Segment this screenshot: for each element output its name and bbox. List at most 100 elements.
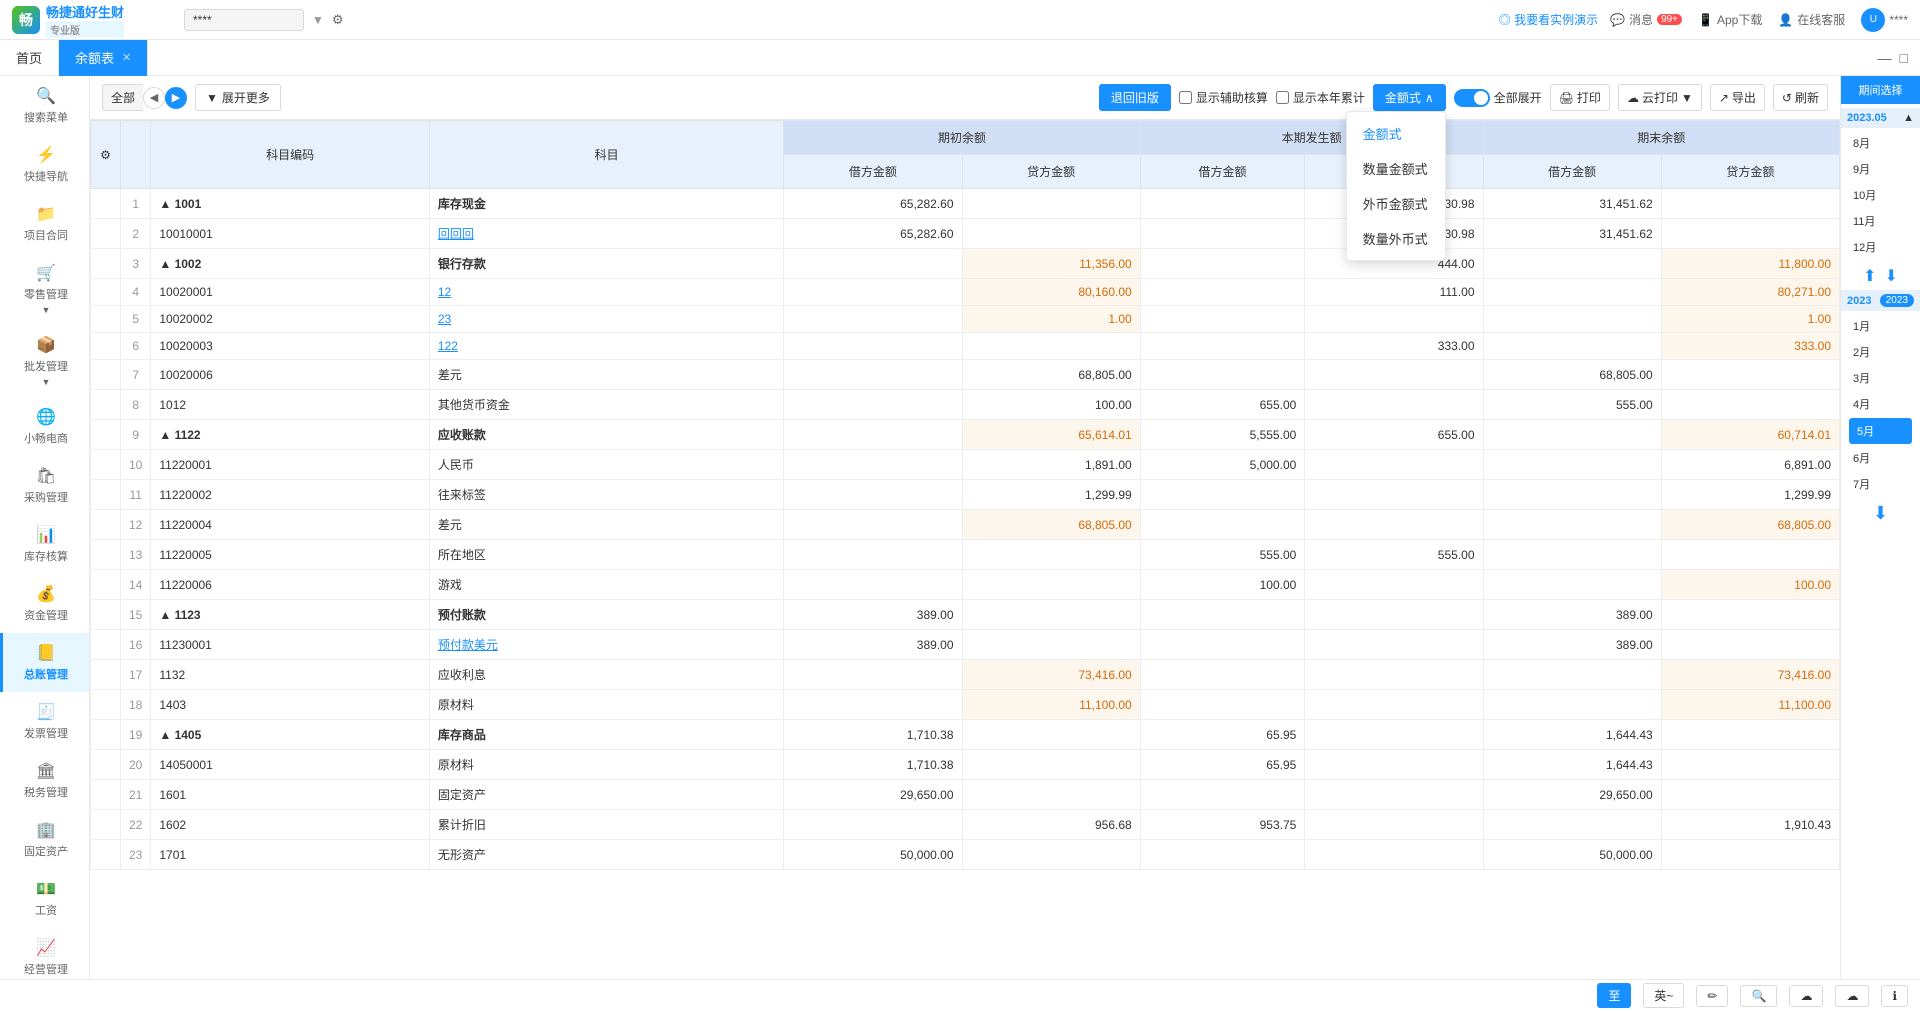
year-down-arrow[interactable]: ⬇: [1885, 266, 1898, 286]
sidebar-item-quicknav[interactable]: ⚡ 快捷导航: [0, 135, 89, 194]
info-icon-btn[interactable]: ℹ: [1881, 985, 1908, 1007]
table-row[interactable]: 8 1012 其他货币资金 100.00 655.00 555.00: [91, 390, 1840, 420]
month-item-10[interactable]: 10月: [1845, 182, 1916, 208]
ai-btn[interactable]: 至: [1597, 983, 1631, 1008]
sidebar-item-retail[interactable]: 🛒 零售管理 ▼: [0, 253, 89, 325]
table-row[interactable]: 4 10020001 12 80,160.00 111.00 80,271.00: [91, 279, 1840, 306]
month-item-12[interactable]: 12月: [1845, 234, 1916, 260]
expand-all-toggle[interactable]: 全部展开: [1454, 89, 1542, 107]
nav-next-btn[interactable]: ▶: [165, 87, 187, 109]
table-row[interactable]: 6 10020003 122 333.00 333.00: [91, 333, 1840, 360]
table-row[interactable]: 2 10010001 回回回 65,282.60 33,830.98 31,45…: [91, 219, 1840, 249]
online-service-btn[interactable]: 👤 在线客服: [1778, 11, 1845, 28]
month-jul[interactable]: 7月: [1845, 471, 1916, 497]
print-btn[interactable]: 🖨 打印: [1550, 84, 1610, 111]
cloud-print-btn[interactable]: ☁ 云打印 ▼: [1618, 84, 1702, 111]
settings-cell: [91, 540, 121, 570]
table-row[interactable]: 17 1132 应收利息 73,416.00 73,416.00: [91, 660, 1840, 690]
table-row[interactable]: 3 ▲ 1002 银行存款 11,356.00 444.00 11,800.00: [91, 249, 1840, 279]
month-item-8[interactable]: 8月: [1845, 130, 1916, 156]
table-row[interactable]: 10 11220001 人民币 1,891.00 5,000.00 6,891.…: [91, 450, 1840, 480]
sidebar-item-wholesale[interactable]: 📦 批发管理 ▼: [0, 325, 89, 397]
account-name-cell[interactable]: 12: [429, 279, 783, 306]
cloud-icon-btn[interactable]: ☁: [1789, 985, 1823, 1007]
company-dropdown-icon[interactable]: ▼: [312, 13, 324, 27]
mode-option-foreign-amount[interactable]: 外币金额式: [1347, 186, 1445, 221]
account-name-cell[interactable]: 23: [429, 306, 783, 333]
month-jan[interactable]: 1月: [1845, 313, 1916, 339]
sidebar-item-ecommerce[interactable]: 🌐 小畅电商: [0, 397, 89, 456]
tab-minimize-icon[interactable]: —: [1878, 50, 1892, 66]
table-row[interactable]: 15 ▲ 1123 预付账款 389.00 389.00: [91, 600, 1840, 630]
table-row[interactable]: 13 11220005 所在地区 555.00 555.00: [91, 540, 1840, 570]
user-avatar[interactable]: U ****: [1861, 8, 1908, 32]
month-jun[interactable]: 6月: [1845, 445, 1916, 471]
table-row[interactable]: 7 10020006 差元 68,805.00 68,805.00: [91, 360, 1840, 390]
sidebar-item-salary[interactable]: 💵 工资: [0, 869, 89, 928]
company-selector[interactable]: **** ▼ ⚙: [184, 9, 1487, 31]
nav-prev-btn[interactable]: ◀: [143, 87, 165, 109]
sidebar-item-finance[interactable]: 💰 资金管理: [0, 574, 89, 633]
table-row[interactable]: 19 ▲ 1405 库存商品 1,710.38 65.95 1,644.43: [91, 720, 1840, 750]
settings-icon[interactable]: ⚙: [332, 12, 344, 28]
table-row[interactable]: 18 1403 原材料 11,100.00 11,100.00: [91, 690, 1840, 720]
mode-option-qty-foreign[interactable]: 数量外币式: [1347, 221, 1445, 256]
month-mar[interactable]: 3月: [1845, 365, 1916, 391]
sidebar-item-search[interactable]: 🔍 搜索菜单: [0, 76, 89, 135]
month-item-11[interactable]: 11月: [1845, 208, 1916, 234]
demo-link[interactable]: ◎ 我要看实例演示: [1499, 11, 1598, 28]
mode-option-amount[interactable]: 金额式: [1347, 116, 1445, 151]
account-name-cell[interactable]: 预付款美元: [429, 630, 783, 660]
cur-debit-cell: 65.95: [1140, 750, 1305, 780]
table-row[interactable]: 20 14050001 原材料 1,710.38 65.95 1,644.43: [91, 750, 1840, 780]
sidebar-item-invoice[interactable]: 🧾 发票管理: [0, 692, 89, 751]
month-feb[interactable]: 2月: [1845, 339, 1916, 365]
collapse-icon[interactable]: ⬇: [1873, 503, 1888, 524]
table-row[interactable]: 1 ▲ 1001 库存现金 65,282.60 33,830.98 31,451…: [91, 189, 1840, 219]
expand-btn[interactable]: ▼ 展开更多: [195, 84, 281, 111]
table-row[interactable]: 22 1602 累计折旧 956.68 953.75 1,910.43: [91, 810, 1840, 840]
search-prefix[interactable]: 全部: [102, 84, 143, 111]
sidebar-item-purchase[interactable]: 🛍 采购管理: [0, 456, 89, 515]
message-btn[interactable]: 💬 消息 99+: [1610, 11, 1682, 28]
table-row[interactable]: 23 1701 无形资产 50,000.00 50,000.00: [91, 840, 1840, 870]
show-ytd-checkbox[interactable]: 显示本年累计: [1276, 89, 1365, 106]
tab-close-icon[interactable]: ✕: [122, 51, 131, 64]
table-row[interactable]: 21 1601 固定资产 29,650.00 29,650.00: [91, 780, 1840, 810]
export-btn[interactable]: ↗ 导出: [1710, 84, 1765, 111]
sidebar-item-fixed-assets[interactable]: 🏢 固定资产: [0, 810, 89, 869]
row-num: 22: [121, 810, 151, 840]
table-row[interactable]: 14 11220006 游戏 100.00 100.00: [91, 570, 1840, 600]
month-item-9[interactable]: 9月: [1845, 156, 1916, 182]
search-icon-btn[interactable]: 🔍: [1740, 985, 1777, 1007]
back-to-old-btn[interactable]: 退回旧版: [1099, 84, 1171, 111]
row-num: 3: [121, 249, 151, 279]
lang-btn[interactable]: 英~: [1643, 983, 1684, 1008]
tab-maximize-icon[interactable]: □: [1900, 50, 1908, 66]
sidebar-item-operation[interactable]: 📈 经营管理: [0, 928, 89, 979]
account-name-cell[interactable]: 回回回: [429, 219, 783, 249]
tab-balance[interactable]: 余额表 ✕: [59, 40, 148, 76]
mode-option-qty-amount[interactable]: 数量金额式: [1347, 151, 1445, 186]
refresh-btn[interactable]: ↺ 刷新: [1773, 84, 1828, 111]
month-may[interactable]: 5月: [1849, 418, 1912, 444]
table-row[interactable]: 9 ▲ 1122 应收账款 65,614.01 5,555.00 655.00 …: [91, 420, 1840, 450]
show-aux-checkbox[interactable]: 显示辅助核算: [1179, 89, 1268, 106]
sidebar-item-tax[interactable]: 🏛 税务管理: [0, 751, 89, 810]
sidebar-item-project[interactable]: 📁 项目合同: [0, 194, 89, 253]
app-download-btn[interactable]: 📱 App下载: [1698, 11, 1762, 28]
sidebar-item-inventory[interactable]: 📊 库存核算: [0, 515, 89, 574]
year-up-arrow[interactable]: ⬆: [1863, 266, 1876, 286]
tab-home[interactable]: 首页: [0, 40, 59, 76]
sidebar-item-accounting[interactable]: 📒 总账管理: [0, 633, 89, 692]
toggle-switch[interactable]: [1454, 89, 1490, 107]
account-name-cell[interactable]: 122: [429, 333, 783, 360]
table-row[interactable]: 5 10020002 23 1.00 1.00: [91, 306, 1840, 333]
mode-btn[interactable]: 金额式 ∧: [1373, 84, 1446, 111]
edit-icon-btn[interactable]: ✏: [1696, 985, 1728, 1007]
table-row[interactable]: 16 11230001 预付款美元 389.00 389.00: [91, 630, 1840, 660]
table-row[interactable]: 12 11220004 差元 68,805.00 68,805.00: [91, 510, 1840, 540]
month-apr[interactable]: 4月: [1845, 391, 1916, 417]
cloud2-icon-btn[interactable]: ☁: [1835, 985, 1869, 1007]
table-row[interactable]: 11 11220002 往来标签 1,299.99 1,299.99: [91, 480, 1840, 510]
